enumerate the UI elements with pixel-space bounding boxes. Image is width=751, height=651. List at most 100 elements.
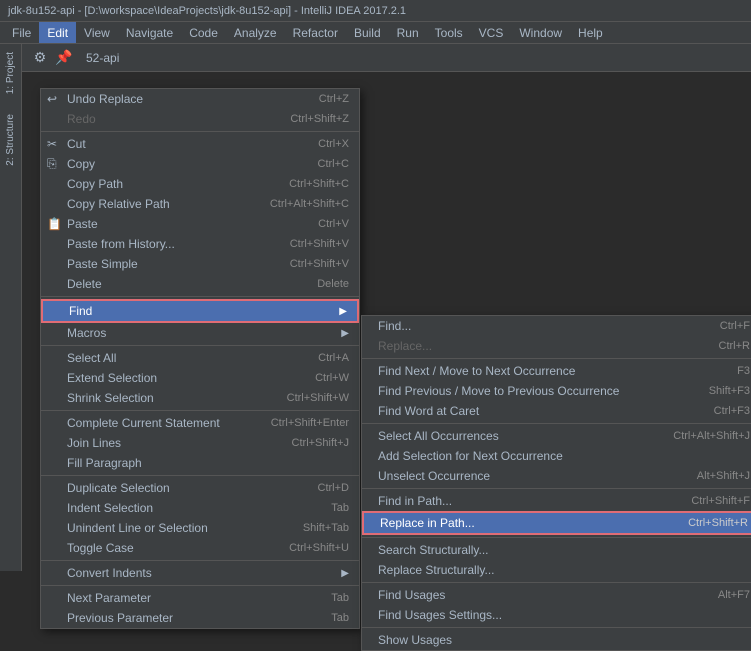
unindent-label: Unindent Line or Selection <box>67 521 208 535</box>
menu-complete-statement[interactable]: Complete Current Statement Ctrl+Shift+En… <box>41 413 359 433</box>
replace-in-path-label: Replace in Path... <box>380 516 475 530</box>
menu-window[interactable]: Window <box>511 22 570 43</box>
find-word-shortcut: Ctrl+F3 <box>714 405 750 417</box>
menu-extend-selection[interactable]: Extend Selection Ctrl+W <box>41 368 359 388</box>
submenu-replace[interactable]: Replace... Ctrl+R <box>362 336 751 356</box>
menu-edit[interactable]: Edit <box>39 22 76 43</box>
menu-analyze[interactable]: Analyze <box>226 22 285 43</box>
submenu-find-in-path[interactable]: Find in Path... Ctrl+Shift+F <box>362 491 751 511</box>
menu-next-parameter[interactable]: Next Parameter Tab <box>41 588 359 608</box>
submenu-unselect-occ[interactable]: Unselect Occurrence Alt+Shift+J <box>362 466 751 486</box>
submenu-find-usages-settings[interactable]: Find Usages Settings... <box>362 605 751 625</box>
pin-icon[interactable]: 📌 <box>54 48 74 68</box>
title-bar: jdk-8u152-api - [D:\workspace\IdeaProjec… <box>0 0 751 22</box>
find-usages-label: Find Usages <box>378 588 445 602</box>
menu-file[interactable]: File <box>4 22 39 43</box>
join-lines-shortcut: Ctrl+Shift+J <box>292 437 349 449</box>
menu-duplicate-selection[interactable]: Duplicate Selection Ctrl+D <box>41 478 359 498</box>
shrink-selection-shortcut: Ctrl+Shift+W <box>287 392 349 404</box>
separator-6 <box>41 560 359 561</box>
fill-paragraph-label: Fill Paragraph <box>67 456 142 470</box>
redo-shortcut: Ctrl+Shift+Z <box>290 113 349 125</box>
submenu-replace-structurally[interactable]: Replace Structurally... <box>362 560 751 580</box>
extend-selection-shortcut: Ctrl+W <box>315 372 349 384</box>
toggle-case-shortcut: Ctrl+Shift+U <box>289 542 349 554</box>
undo-label: Undo Replace <box>67 92 143 106</box>
find-prev-shortcut: Shift+F3 <box>709 385 750 397</box>
main-area: 1: Project 2: Structure ⚙ 📌 52-api ↩ Und… <box>0 44 751 571</box>
find-word-label: Find Word at Caret <box>378 404 479 418</box>
copy-label: Copy <box>67 157 95 171</box>
find-sep-5 <box>362 582 751 583</box>
submenu-find-word[interactable]: Find Word at Caret Ctrl+F3 <box>362 401 751 421</box>
menu-run[interactable]: Run <box>389 22 427 43</box>
delete-label: Delete <box>67 277 102 291</box>
menu-navigate[interactable]: Navigate <box>118 22 181 43</box>
menu-paste-history[interactable]: Paste from History... Ctrl+Shift+V <box>41 234 359 254</box>
submenu-find-next[interactable]: Find Next / Move to Next Occurrence F3 <box>362 361 751 381</box>
submenu-select-all-occ[interactable]: Select All Occurrences Ctrl+Alt+Shift+J <box>362 426 751 446</box>
find-sep-4 <box>362 537 751 538</box>
replace-in-path-shortcut: Ctrl+Shift+R <box>688 517 748 529</box>
menu-help[interactable]: Help <box>570 22 611 43</box>
paste-shortcut: Ctrl+V <box>318 218 349 230</box>
duplicate-selection-label: Duplicate Selection <box>67 481 170 495</box>
submenu-find-usages[interactable]: Find Usages Alt+F7 <box>362 585 751 605</box>
show-usages-label: Show Usages <box>378 633 452 647</box>
find-prev-label: Find Previous / Move to Previous Occurre… <box>378 384 619 398</box>
find-usages-shortcut: Alt+F7 <box>718 589 750 601</box>
menu-redo[interactable]: Redo Ctrl+Shift+Z <box>41 109 359 129</box>
unselect-occ-label: Unselect Occurrence <box>378 469 490 483</box>
menu-cut[interactable]: ✂ Cut Ctrl+X <box>41 134 359 154</box>
submenu-find-prev[interactable]: Find Previous / Move to Previous Occurre… <box>362 381 751 401</box>
indent-selection-label: Indent Selection <box>67 501 153 515</box>
menu-previous-parameter[interactable]: Previous Parameter Tab <box>41 608 359 628</box>
editor-api-text: 52-api <box>86 51 119 65</box>
menu-copy-relative-path[interactable]: Copy Relative Path Ctrl+Alt+Shift+C <box>41 194 359 214</box>
submenu-search-structurally[interactable]: Search Structurally... <box>362 540 751 560</box>
menu-convert-indents[interactable]: Convert Indents ▶ <box>41 563 359 583</box>
paste-simple-label: Paste Simple <box>67 257 138 271</box>
menu-fill-paragraph[interactable]: Fill Paragraph <box>41 453 359 473</box>
title-text: jdk-8u152-api - [D:\workspace\IdeaProjec… <box>8 5 406 17</box>
copy-relative-path-shortcut: Ctrl+Alt+Shift+C <box>270 198 349 210</box>
submenu-add-selection[interactable]: Add Selection for Next Occurrence <box>362 446 751 466</box>
complete-statement-shortcut: Ctrl+Shift+Enter <box>271 417 349 429</box>
menu-undo[interactable]: ↩ Undo Replace Ctrl+Z <box>41 89 359 109</box>
find-sep-2 <box>362 423 751 424</box>
replace-label: Replace... <box>378 339 432 353</box>
menu-join-lines[interactable]: Join Lines Ctrl+Shift+J <box>41 433 359 453</box>
find-in-path-label: Find in Path... <box>378 494 452 508</box>
menu-refactor[interactable]: Refactor <box>285 22 346 43</box>
submenu-find[interactable]: Find... Ctrl+F <box>362 316 751 336</box>
editor-area: ⚙ 📌 52-api ↩ Undo Replace Ctrl+Z Redo Ct… <box>22 44 751 571</box>
separator-2 <box>41 296 359 297</box>
menu-macros[interactable]: Macros ▶ <box>41 323 359 343</box>
menu-paste[interactable]: 📋 Paste Ctrl+V <box>41 214 359 234</box>
menu-unindent[interactable]: Unindent Line or Selection Shift+Tab <box>41 518 359 538</box>
submenu-replace-in-path[interactable]: Replace in Path... Ctrl+Shift+R <box>362 511 751 535</box>
menu-copy[interactable]: ⎘ Copy Ctrl+C <box>41 154 359 174</box>
join-lines-label: Join Lines <box>67 436 121 450</box>
macros-label: Macros <box>67 326 106 340</box>
menu-code[interactable]: Code <box>181 22 226 43</box>
gear-icon[interactable]: ⚙ <box>30 48 50 68</box>
menu-shrink-selection[interactable]: Shrink Selection Ctrl+Shift+W <box>41 388 359 408</box>
menu-tools[interactable]: Tools <box>427 22 471 43</box>
copy-path-label: Copy Path <box>67 177 123 191</box>
copy-icon: ⎘ <box>47 157 57 172</box>
menu-paste-simple[interactable]: Paste Simple Ctrl+Shift+V <box>41 254 359 274</box>
menu-indent-selection[interactable]: Indent Selection Tab <box>41 498 359 518</box>
menu-vcs[interactable]: VCS <box>471 22 512 43</box>
submenu-show-usages[interactable]: Show Usages <box>362 630 751 650</box>
menu-copy-path[interactable]: Copy Path Ctrl+Shift+C <box>41 174 359 194</box>
menu-view[interactable]: View <box>76 22 118 43</box>
menu-toggle-case[interactable]: Toggle Case Ctrl+Shift+U <box>41 538 359 558</box>
complete-statement-label: Complete Current Statement <box>67 416 220 430</box>
macros-arrow-icon: ▶ <box>341 328 349 339</box>
menu-select-all[interactable]: Select All Ctrl+A <box>41 348 359 368</box>
menu-delete[interactable]: Delete Delete <box>41 274 359 294</box>
paste-label: Paste <box>67 217 98 231</box>
menu-find[interactable]: Find ▶ <box>41 299 359 323</box>
menu-build[interactable]: Build <box>346 22 389 43</box>
